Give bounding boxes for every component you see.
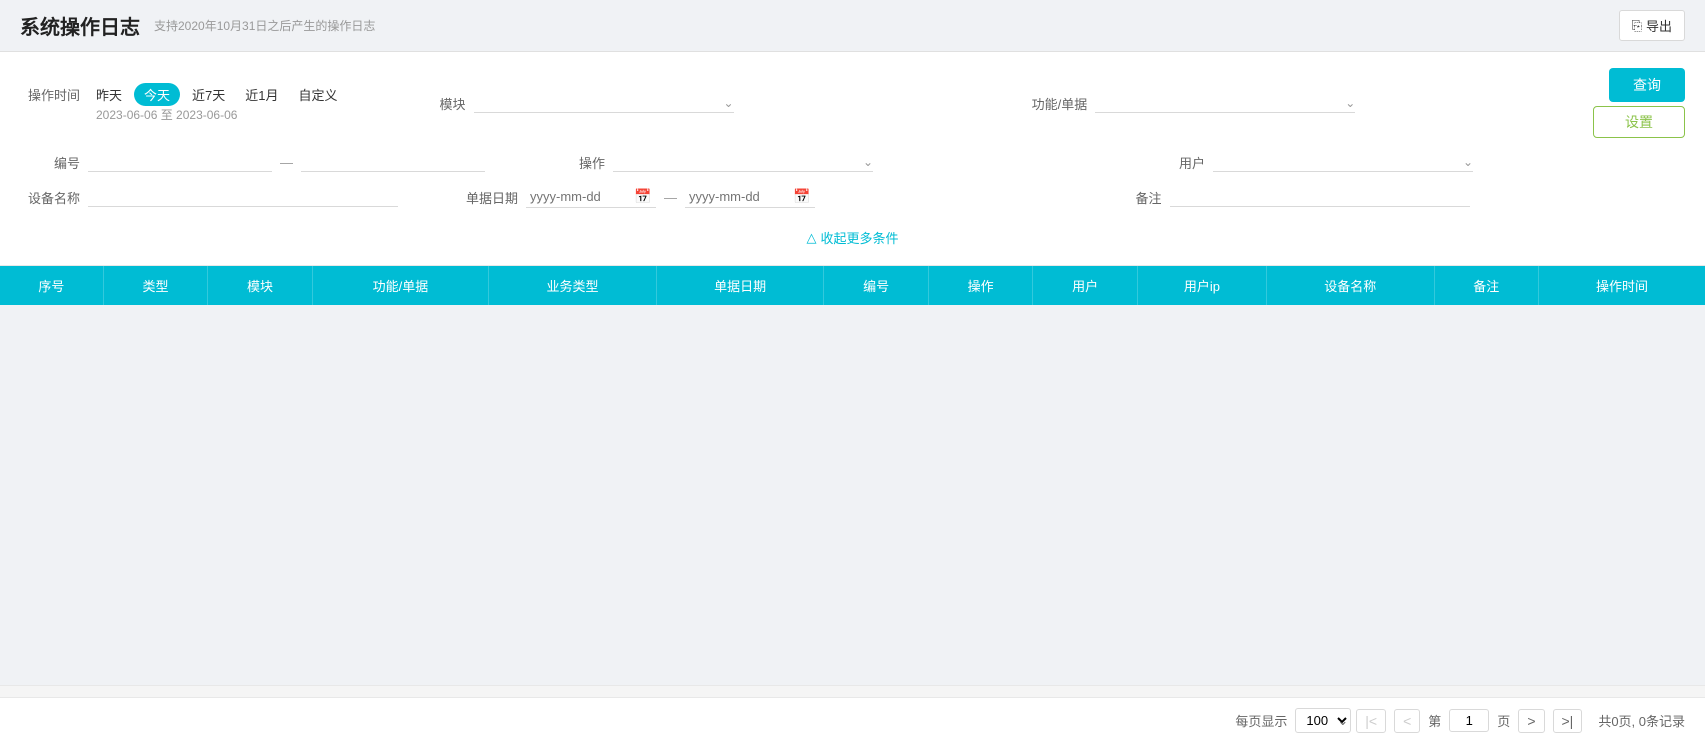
docdate-label: 单据日期 <box>458 188 518 207</box>
module-select[interactable]: ⌄ <box>474 94 734 113</box>
table-header-cell: 模块 <box>208 266 312 305</box>
table-header-cell: 操作 <box>928 266 1032 305</box>
filter-time-group: 操作时间 昨天 今天 近7天 近1月 自定义 2023-06-06 至 2023… <box>20 83 346 123</box>
filter-remark-group: 备注 <box>1102 187 1686 207</box>
user-label: 用户 <box>1145 153 1205 172</box>
filter-user-group: 用户 ⌄ <box>1145 153 1685 172</box>
function-select[interactable]: ⌄ <box>1095 94 1355 113</box>
code-input-to[interactable] <box>301 152 485 172</box>
table-header-cell: 序号 <box>0 266 103 305</box>
table-header-cell: 类型 <box>103 266 207 305</box>
page-size-label: 每页显示 <box>1235 711 1287 730</box>
calendar-to-icon[interactable]: 📅 <box>793 188 810 205</box>
page-last-button[interactable]: >| <box>1553 709 1583 733</box>
code-label: 编号 <box>20 153 80 172</box>
page-unit-label: 页 <box>1497 711 1510 730</box>
operation-label: 操作 <box>545 153 605 172</box>
docdate-to-input[interactable] <box>689 189 789 204</box>
page-title: 系统操作日志 <box>20 11 140 40</box>
filter-operation-group: 操作 ⌄ <box>545 153 1085 172</box>
collapse-label: 收起更多条件 <box>820 228 898 247</box>
query-button[interactable]: 查询 <box>1609 68 1685 102</box>
time-btn-yesterday[interactable]: 昨天 <box>88 83 130 106</box>
table-header-cell: 功能/单据 <box>312 266 488 305</box>
function-label: 功能/单据 <box>1027 94 1087 113</box>
table-header-cell: 单据日期 <box>656 266 824 305</box>
filter-docdate-group: 单据日期 📅 — 📅 <box>458 186 1042 208</box>
time-btn-7days[interactable]: 近7天 <box>184 83 233 106</box>
docdate-from-wrap[interactable]: 📅 <box>526 186 656 208</box>
device-input[interactable] <box>88 187 398 207</box>
table-body <box>0 305 1705 665</box>
page-input[interactable] <box>1449 709 1489 732</box>
operation-select[interactable]: ⌄ <box>613 153 873 172</box>
calendar-from-icon[interactable]: 📅 <box>634 188 651 205</box>
filter-row-1: 操作时间 昨天 今天 近7天 近1月 自定义 2023-06-06 至 2023… <box>20 68 1685 138</box>
module-label: 模块 <box>406 94 466 113</box>
filter-row-2: 编号 — 操作 ⌄ 用户 ⌄ <box>20 152 1685 172</box>
collapse-bar[interactable]: △ 收起更多条件 <box>20 222 1685 257</box>
device-label: 设备名称 <box>20 188 80 207</box>
table-header-cell: 用户ip <box>1137 266 1266 305</box>
page-first-button[interactable]: |< <box>1356 709 1386 733</box>
page-next-button[interactable]: > <box>1518 709 1544 733</box>
function-chevron-icon: ⌄ <box>1345 96 1355 110</box>
time-btn-today[interactable]: 今天 <box>134 83 180 106</box>
data-table: 序号类型模块功能/单据业务类型单据日期编号操作用户用户ip设备名称备注操作时间 <box>0 266 1705 665</box>
operation-chevron-icon: ⌄ <box>863 155 873 169</box>
pagination-bar: 每页显示 100 50 200 ⌄ |< < 第 页 > >| 共0页, 0条记… <box>0 697 1705 743</box>
collapse-chevron-icon: △ <box>806 230 816 246</box>
remark-input[interactable] <box>1170 187 1470 207</box>
settings-button[interactable]: 设置 <box>1593 106 1685 138</box>
date-range-display: 2023-06-06 至 2023-06-06 <box>96 108 237 122</box>
table-header-cell: 业务类型 <box>489 266 657 305</box>
filter-area: 操作时间 昨天 今天 近7天 近1月 自定义 2023-06-06 至 2023… <box>0 52 1705 266</box>
table-header-cell: 设备名称 <box>1266 266 1434 305</box>
table-header-cell: 操作时间 <box>1539 266 1705 305</box>
docdate-to-wrap[interactable]: 📅 <box>685 186 815 208</box>
table-area: 序号类型模块功能/单据业务类型单据日期编号操作用户用户ip设备名称备注操作时间 <box>0 266 1705 685</box>
export-button[interactable]: ⎘ 导出 <box>1619 10 1685 41</box>
filter-row-3: 设备名称 单据日期 📅 — 📅 备注 <box>20 186 1685 208</box>
table-header: 序号类型模块功能/单据业务类型单据日期编号操作用户用户ip设备名称备注操作时间 <box>0 266 1705 305</box>
time-btn-custom[interactable]: 自定义 <box>291 83 346 106</box>
code-dash: — <box>280 155 293 170</box>
time-label: 操作时间 <box>20 85 80 104</box>
action-buttons: 查询 设置 <box>1589 68 1685 138</box>
time-options: 昨天 今天 近7天 近1月 自定义 <box>88 83 346 106</box>
filter-module-group: 模块 ⌄ <box>406 94 968 113</box>
table-header-cell: 用户 <box>1033 266 1137 305</box>
page-label: 第 <box>1428 711 1441 730</box>
page-header: 系统操作日志 支持2020年10月31日之后产生的操作日志 ⎘ 导出 <box>0 0 1705 52</box>
docdate-dash: — <box>664 190 677 205</box>
user-chevron-icon: ⌄ <box>1463 155 1473 169</box>
export-icon: ⎘ <box>1632 18 1642 34</box>
module-chevron-icon: ⌄ <box>723 96 733 110</box>
header-actions: ⎘ 导出 <box>1619 10 1685 41</box>
table-header-cell: 备注 <box>1434 266 1538 305</box>
page-total: 共0页, 0条记录 <box>1598 711 1685 730</box>
user-select[interactable]: ⌄ <box>1213 153 1473 172</box>
remark-label: 备注 <box>1102 188 1162 207</box>
horizontal-scrollbar[interactable] <box>0 685 1705 697</box>
table-header-cell: 编号 <box>824 266 928 305</box>
code-input-from[interactable] <box>88 152 272 172</box>
page-prev-button[interactable]: < <box>1394 709 1420 733</box>
page-subtitle: 支持2020年10月31日之后产生的操作日志 <box>154 17 375 34</box>
page-size-select[interactable]: 100 50 200 <box>1295 708 1351 733</box>
filter-function-group: 功能/单据 ⌄ <box>1027 94 1589 113</box>
docdate-from-input[interactable] <box>530 189 630 204</box>
time-btn-1month[interactable]: 近1月 <box>237 83 286 106</box>
